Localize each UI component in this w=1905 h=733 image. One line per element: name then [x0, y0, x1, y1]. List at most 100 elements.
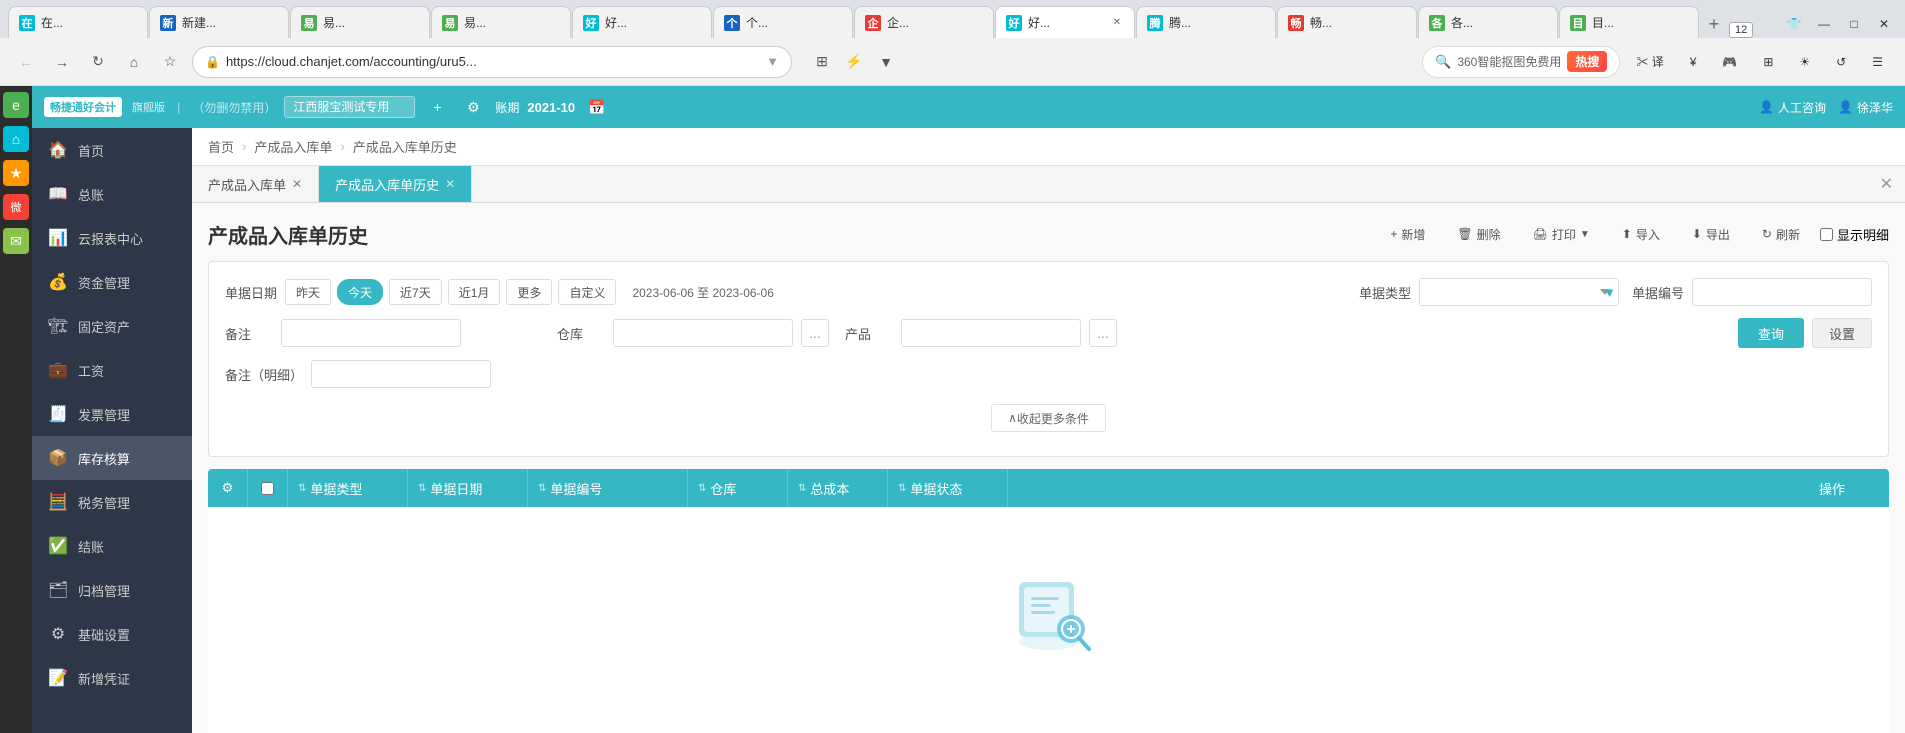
date-more[interactable]: 更多 — [506, 279, 552, 305]
close-button[interactable]: ✕ — [1871, 14, 1897, 34]
tab-count[interactable]: 12 — [1729, 22, 1753, 38]
sidebar-icon-mail[interactable]: ✉ — [3, 228, 29, 254]
settings-btn[interactable]: ⚙ — [459, 93, 487, 121]
warehouse-ellipsis[interactable]: ... — [801, 319, 829, 347]
maximize-button[interactable]: □ — [1841, 14, 1867, 34]
nav-item-asset[interactable]: 🏗 固定资产 — [32, 304, 192, 348]
show-columns-toggle[interactable]: 显示明细 — [1820, 225, 1889, 244]
grid-btn[interactable]: ⊞ — [1753, 48, 1783, 76]
company-select[interactable]: 江西服宝测试专用 — [284, 96, 415, 118]
tab-bill-history[interactable]: 产成品入库单历史 ✕ — [319, 166, 472, 202]
th-checkbox[interactable] — [248, 469, 288, 507]
select-all-checkbox[interactable] — [261, 482, 274, 495]
browser-tab-1[interactable]: 在 在... — [8, 6, 148, 38]
breadcrumb-list[interactable]: 产成品入库单 — [254, 137, 332, 156]
nav-item-fund[interactable]: 💰 资金管理 — [32, 260, 192, 304]
nav-item-home[interactable]: 🏠 首页 — [32, 128, 192, 172]
browser-tab-7[interactable]: 企 企... — [854, 6, 994, 38]
apps-icon[interactable]: ⊞ — [808, 48, 836, 76]
browser-tab-8[interactable]: 好 好... ✕ — [995, 6, 1135, 38]
nav-item-invoice[interactable]: 🧾 发票管理 — [32, 392, 192, 436]
currency-btn[interactable]: ¥ — [1680, 48, 1707, 76]
tab-close-8[interactable]: ✕ — [1110, 16, 1124, 30]
breadcrumb-home[interactable]: 首页 — [208, 137, 234, 156]
th-warehouse[interactable]: ⇅ 仓库 — [688, 469, 788, 507]
browser-tab-12[interactable]: 目 目... — [1559, 6, 1699, 38]
nav-item-settings[interactable]: ⚙ 基础设置 — [32, 612, 192, 656]
nav-item-inventory[interactable]: 📦 库存核算 — [32, 436, 192, 480]
home-browser-button[interactable]: ⌂ — [120, 48, 148, 76]
product-ellipsis[interactable]: ... — [1089, 319, 1117, 347]
delete-button[interactable]: 🗑 删除 — [1445, 219, 1512, 249]
tab-panel-close[interactable]: ✕ — [1880, 174, 1893, 194]
nav-item-newentry[interactable]: 📝 新增凭证 — [32, 656, 192, 700]
browser-tab-10[interactable]: 畅 畅... — [1277, 6, 1417, 38]
th-bill-type[interactable]: ⇅ 单据类型 — [288, 469, 408, 507]
forward-button[interactable]: → — [48, 48, 76, 76]
date-yesterday[interactable]: 昨天 — [285, 279, 331, 305]
tab-bill-list-close[interactable]: ✕ — [292, 177, 302, 191]
date-custom[interactable]: 自定义 — [558, 279, 616, 305]
th-total-cost[interactable]: ⇅ 总成本 — [788, 469, 888, 507]
refresh-button[interactable]: ↻ 刷新 — [1750, 219, 1812, 249]
lightning-icon[interactable]: ⚡ — [840, 48, 868, 76]
nav-item-ledger[interactable]: 📖 总账 — [32, 172, 192, 216]
bill-type-select[interactable] — [1419, 278, 1619, 306]
bookmark-button[interactable]: ☆ — [156, 48, 184, 76]
product-input[interactable] — [901, 319, 1081, 347]
theme-btn[interactable]: ☀ — [1789, 48, 1820, 76]
tab-bill-list[interactable]: 产成品入库单 ✕ — [192, 166, 319, 202]
nav-item-salary[interactable]: 💼 工资 — [32, 348, 192, 392]
browser-tab-3[interactable]: 易 易... — [290, 6, 430, 38]
menu-btn[interactable]: ☰ — [1862, 48, 1893, 76]
setting-button[interactable]: 设置 — [1812, 318, 1872, 348]
new-tab-button[interactable]: + — [1700, 10, 1728, 38]
refresh-browser-button[interactable]: ↻ — [84, 48, 112, 76]
minimize-button[interactable]: — — [1811, 14, 1837, 34]
shirt-icon[interactable]: 👕 — [1781, 14, 1807, 34]
th-bill-date[interactable]: ⇅ 单据日期 — [408, 469, 528, 507]
note-detail-input[interactable] — [311, 360, 491, 388]
scissors-btn[interactable]: ✂ 译 — [1626, 48, 1673, 76]
nav-item-settlement[interactable]: ✅ 结账 — [32, 524, 192, 568]
history-btn[interactable]: ↺ — [1826, 48, 1856, 76]
add-button[interactable]: + 新增 — [1378, 219, 1437, 249]
nav-item-tax[interactable]: 🧮 税务管理 — [32, 480, 192, 524]
browser-tab-4[interactable]: 易 易... — [431, 6, 571, 38]
add-company-btn[interactable]: + — [423, 93, 451, 121]
date-today[interactable]: 今天 — [337, 279, 383, 305]
game-btn[interactable]: 🎮 — [1712, 48, 1747, 76]
date-1month[interactable]: 近1月 — [448, 279, 501, 305]
browser-tab-2[interactable]: 新 新建... — [149, 6, 289, 38]
calendar-icon[interactable]: 📅 — [583, 93, 611, 121]
print-button[interactable]: 🖨 打印 ▼ — [1521, 219, 1602, 249]
query-button[interactable]: 查询 — [1738, 318, 1804, 348]
th-settings[interactable]: ⚙ — [208, 469, 248, 507]
import-button[interactable]: ⬆ 导入 — [1610, 219, 1672, 249]
url-bar[interactable]: 🔒 https://cloud.chanjet.com/accounting/u… — [192, 46, 792, 78]
browser-tab-9[interactable]: 腾 腾... — [1136, 6, 1276, 38]
collapse-button[interactable]: ∧ 收起更多条件 — [991, 404, 1106, 432]
browser-tab-6[interactable]: 个 个... — [713, 6, 853, 38]
show-columns-checkbox[interactable] — [1820, 228, 1833, 241]
browser-tab-11[interactable]: 各 各... — [1418, 6, 1558, 38]
sidebar-icon-weibo[interactable]: 微 — [3, 194, 29, 220]
more-icon[interactable]: ▼ — [872, 48, 900, 76]
nav-item-archive[interactable]: 🗂 归档管理 — [32, 568, 192, 612]
tab-bill-history-close[interactable]: ✕ — [445, 177, 455, 191]
th-bill-status[interactable]: ⇅ 单据状态 — [888, 469, 1008, 507]
nav-item-report[interactable]: 📊 云报表中心 — [32, 216, 192, 260]
date-7days[interactable]: 近7天 — [389, 279, 442, 305]
sidebar-icon-home[interactable]: ⌂ — [3, 126, 29, 152]
note-input[interactable] — [281, 319, 461, 347]
browser-tab-5[interactable]: 好 好... — [572, 6, 712, 38]
back-button[interactable]: ← — [12, 48, 40, 76]
warehouse-input[interactable] — [613, 319, 793, 347]
user-avatar[interactable]: 👤 徐泽华 — [1838, 99, 1893, 116]
th-bill-no[interactable]: ⇅ 单据编号 — [528, 469, 688, 507]
sidebar-icon-logo[interactable]: e — [3, 92, 29, 118]
sidebar-icon-star[interactable]: ★ — [3, 160, 29, 186]
bill-no-input[interactable] — [1692, 278, 1872, 306]
customer-service-link[interactable]: 👤 人工咨询 — [1759, 99, 1826, 116]
export-button[interactable]: ⬇ 导出 — [1680, 219, 1742, 249]
